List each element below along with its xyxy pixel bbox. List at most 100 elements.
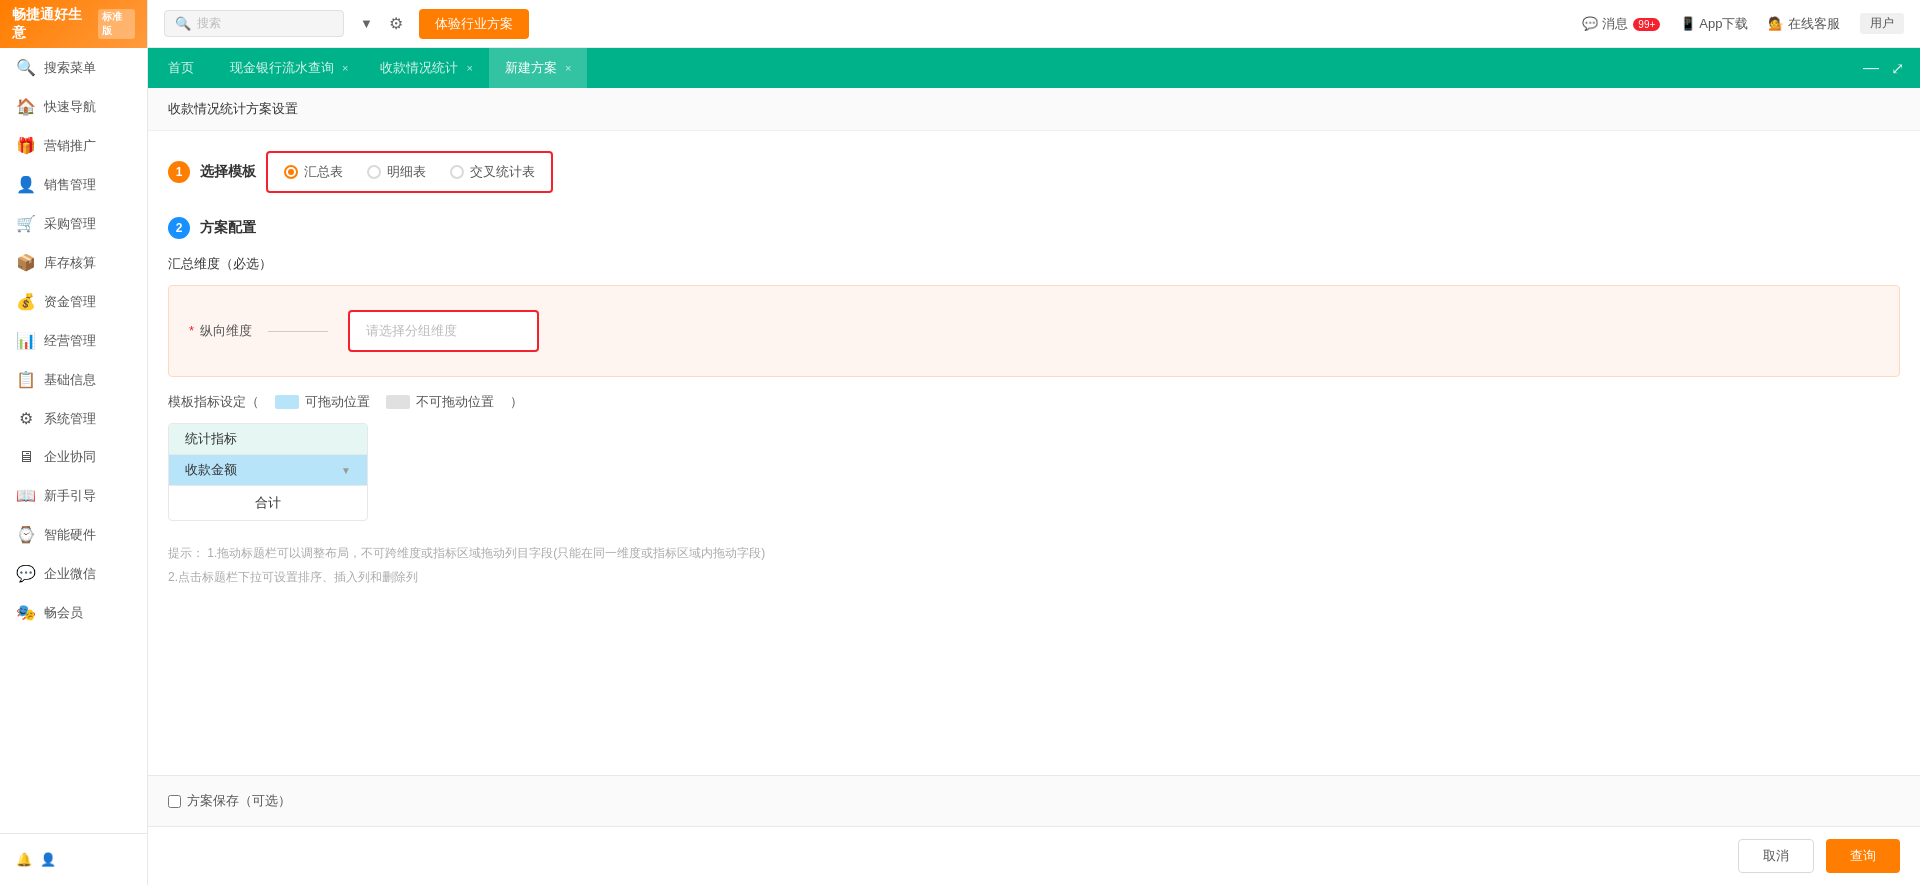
radio-detail-label: 明细表 [387, 163, 426, 181]
sidebar-icon-sales: 👤 [16, 175, 36, 194]
message-badge: 99+ [1633, 18, 1660, 31]
radio-detail-dot [367, 165, 381, 179]
logo-badge: 标准版 [98, 9, 135, 39]
metrics-column-header[interactable]: 收款金额 ▼ [169, 455, 367, 486]
dimension-select[interactable]: 请选择分组维度 [348, 310, 539, 352]
sidebar-label-system: 系统管理 [44, 410, 96, 428]
sidebar-item-quick-nav[interactable]: 🏠快速导航 [0, 87, 147, 126]
query-button[interactable]: 查询 [1826, 839, 1900, 873]
tab-receipt-stats-close[interactable]: × [466, 62, 472, 74]
sidebar-label-sales: 销售管理 [44, 176, 96, 194]
sidebar-label-inventory: 库存核算 [44, 254, 96, 272]
tips-section: 提示： 1.拖动标题栏可以调整布局，不可跨维度或指标区域拖动列目字段(只能在同一… [168, 541, 1900, 589]
sidebar-item-marketing[interactable]: 🎁 营销推广 [0, 126, 147, 165]
sidebar-item-smart-hardware[interactable]: ⌚ 智能硬件 [0, 515, 147, 554]
metrics-grid: 统计指标 收款金额 ▼ 合计 [168, 423, 368, 521]
sidebar-item-operation[interactable]: 📊 经营管理 [0, 321, 147, 360]
sidebar-item-system[interactable]: ⚙系统管理 [0, 399, 147, 438]
maximize-icon[interactable]: ⤢ [1891, 59, 1904, 78]
sidebar-logo: 畅捷通好生意 标准版 [0, 0, 147, 48]
sidebar-item-search-menu[interactable]: 🔍搜索菜单 [0, 48, 147, 87]
radio-summary-dot [284, 165, 298, 179]
search-box[interactable]: 🔍 搜索 [164, 10, 344, 37]
sidebar-label-marketing: 营销推广 [44, 137, 96, 155]
sidebar-label-finance: 资金管理 [44, 293, 96, 311]
sidebar-label-operation: 经营管理 [44, 332, 96, 350]
column-label: 收款金额 [185, 461, 237, 479]
metrics-section: 模板指标设定（ 可拖动位置 不可拖动位置 ） [168, 393, 1900, 521]
sidebar-label-guide: 新手引导 [44, 487, 96, 505]
message-link[interactable]: 💬 消息 99+ [1582, 15, 1660, 33]
radio-cross[interactable]: 交叉统计表 [450, 163, 535, 181]
legend-draggable: 可拖动位置 [275, 393, 370, 411]
sidebar-label-basic-info: 基础信息 [44, 371, 96, 389]
step1-circle: 1 [168, 161, 190, 183]
sidebar-icon-purchase: 🛒 [16, 214, 36, 233]
tabs-window-controls: — ⤢ [1863, 59, 1920, 78]
legend-close: ） [510, 393, 523, 411]
message-label: 消息 [1602, 16, 1628, 31]
sidebar-item-basic-info[interactable]: 📋基础信息 [0, 360, 147, 399]
sidebar-bottom-icons[interactable]: 🔔 👤 [0, 842, 147, 877]
tab-bar: 首页 现金银行流水查询 × 收款情况统计 × 新建方案 × — ⤢ [148, 48, 1920, 88]
sidebar-item-sales[interactable]: 👤 销售管理 [0, 165, 147, 204]
sidebar-icon-search-menu: 🔍 [16, 58, 36, 77]
config-section: 汇总维度（必选） * 纵向维度 请选择分组维度 [168, 255, 1900, 589]
sidebar-icon-member: 🎭 [16, 603, 36, 622]
gear-icon[interactable]: ⚙ [389, 14, 403, 33]
tab-receipt-stats-label: 收款情况统计 [380, 59, 458, 77]
sidebar-icon-inventory: 📦 [16, 253, 36, 272]
sidebar-item-enterprise-wechat[interactable]: 💬企业微信 [0, 554, 147, 593]
sidebar-icon-operation: 📊 [16, 331, 36, 350]
draggable-box [275, 395, 299, 409]
online-service-link[interactable]: 💁 在线客服 [1768, 15, 1840, 33]
topbar-dropdown[interactable]: ▼ [360, 16, 373, 31]
sidebar-item-enterprise[interactable]: 🖥企业协同 [0, 438, 147, 476]
sidebar-icon-marketing: 🎁 [16, 136, 36, 155]
sidebar-item-member[interactable]: 🎭 畅会员 [0, 593, 147, 632]
sidebar-label-member: 畅会员 [44, 604, 83, 622]
tab-new-plan-label: 新建方案 [505, 59, 557, 77]
topbar-right: 💬 消息 99+ 📱 App下载 💁 在线客服 用户 [1582, 13, 1904, 34]
minimize-icon[interactable]: — [1863, 59, 1879, 77]
metrics-grid-header: 统计指标 [169, 424, 367, 455]
sidebar-icon-finance: 💰 [16, 292, 36, 311]
sidebar-label-enterprise: 企业协同 [44, 448, 96, 466]
tab-home[interactable]: 首页 [148, 48, 214, 88]
tab-receipt-stats[interactable]: 收款情况统计 × [364, 48, 488, 88]
search-placeholder: 搜索 [197, 15, 221, 32]
save-plan-checkbox[interactable]: 方案保存（可选） [168, 792, 291, 810]
user-info[interactable]: 用户 [1860, 13, 1904, 34]
non-draggable-box [386, 395, 410, 409]
tab-bank-flow[interactable]: 现金银行流水查询 × [214, 48, 364, 88]
dimension-placeholder: 请选择分组维度 [366, 323, 457, 338]
page-content: 收款情况统计方案设置 1 选择模板 汇总表 [148, 88, 1920, 826]
sidebar-label-enterprise-wechat: 企业微信 [44, 565, 96, 583]
tab-new-plan-close[interactable]: × [565, 62, 571, 74]
tip-2: 2.点击标题栏下拉可设置排序、插入列和删除列 [168, 565, 1900, 589]
sidebar-item-finance[interactable]: 💰 资金管理 [0, 282, 147, 321]
sidebar-item-purchase[interactable]: 🛒采购管理 [0, 204, 147, 243]
stats-indicator-label: 统计指标 [185, 430, 237, 448]
content-area: 收款情况统计方案设置 1 选择模板 汇总表 [148, 88, 1920, 826]
row-label: 合计 [255, 495, 281, 510]
sidebar-item-guide[interactable]: 📖新手引导 [0, 476, 147, 515]
industry-btn[interactable]: 体验行业方案 [419, 9, 529, 39]
cancel-button[interactable]: 取消 [1738, 839, 1814, 873]
form-body: 1 选择模板 汇总表 明细表 [148, 131, 1920, 775]
tab-bank-flow-close[interactable]: × [342, 62, 348, 74]
sidebar-icon-smart-hardware: ⌚ [16, 525, 36, 544]
tab-new-plan[interactable]: 新建方案 × [489, 48, 587, 88]
save-checkbox-input[interactable] [168, 795, 181, 808]
radio-cross-label: 交叉统计表 [470, 163, 535, 181]
app-download-link[interactable]: 📱 App下载 [1680, 15, 1748, 33]
draggable-label: 可拖动位置 [305, 393, 370, 411]
sidebar-items: 🔍搜索菜单🏠快速导航 🎁 营销推广 👤 销售管理 🛒采购管理 📦 库存核算 💰 资金管理 📊 经营管理… [0, 48, 147, 632]
radio-summary[interactable]: 汇总表 [284, 163, 343, 181]
sidebar: 畅捷通好生意 标准版 🔍搜索菜单🏠快速导航 🎁 营销推广 👤 销售管理 🛒采购管理 📦 库存核… [0, 0, 148, 885]
required-star: * [189, 323, 194, 338]
step2-title: 方案配置 [200, 219, 256, 237]
radio-detail[interactable]: 明细表 [367, 163, 426, 181]
sidebar-label-smart-hardware: 智能硬件 [44, 526, 96, 544]
sidebar-item-inventory[interactable]: 📦 库存核算 [0, 243, 147, 282]
